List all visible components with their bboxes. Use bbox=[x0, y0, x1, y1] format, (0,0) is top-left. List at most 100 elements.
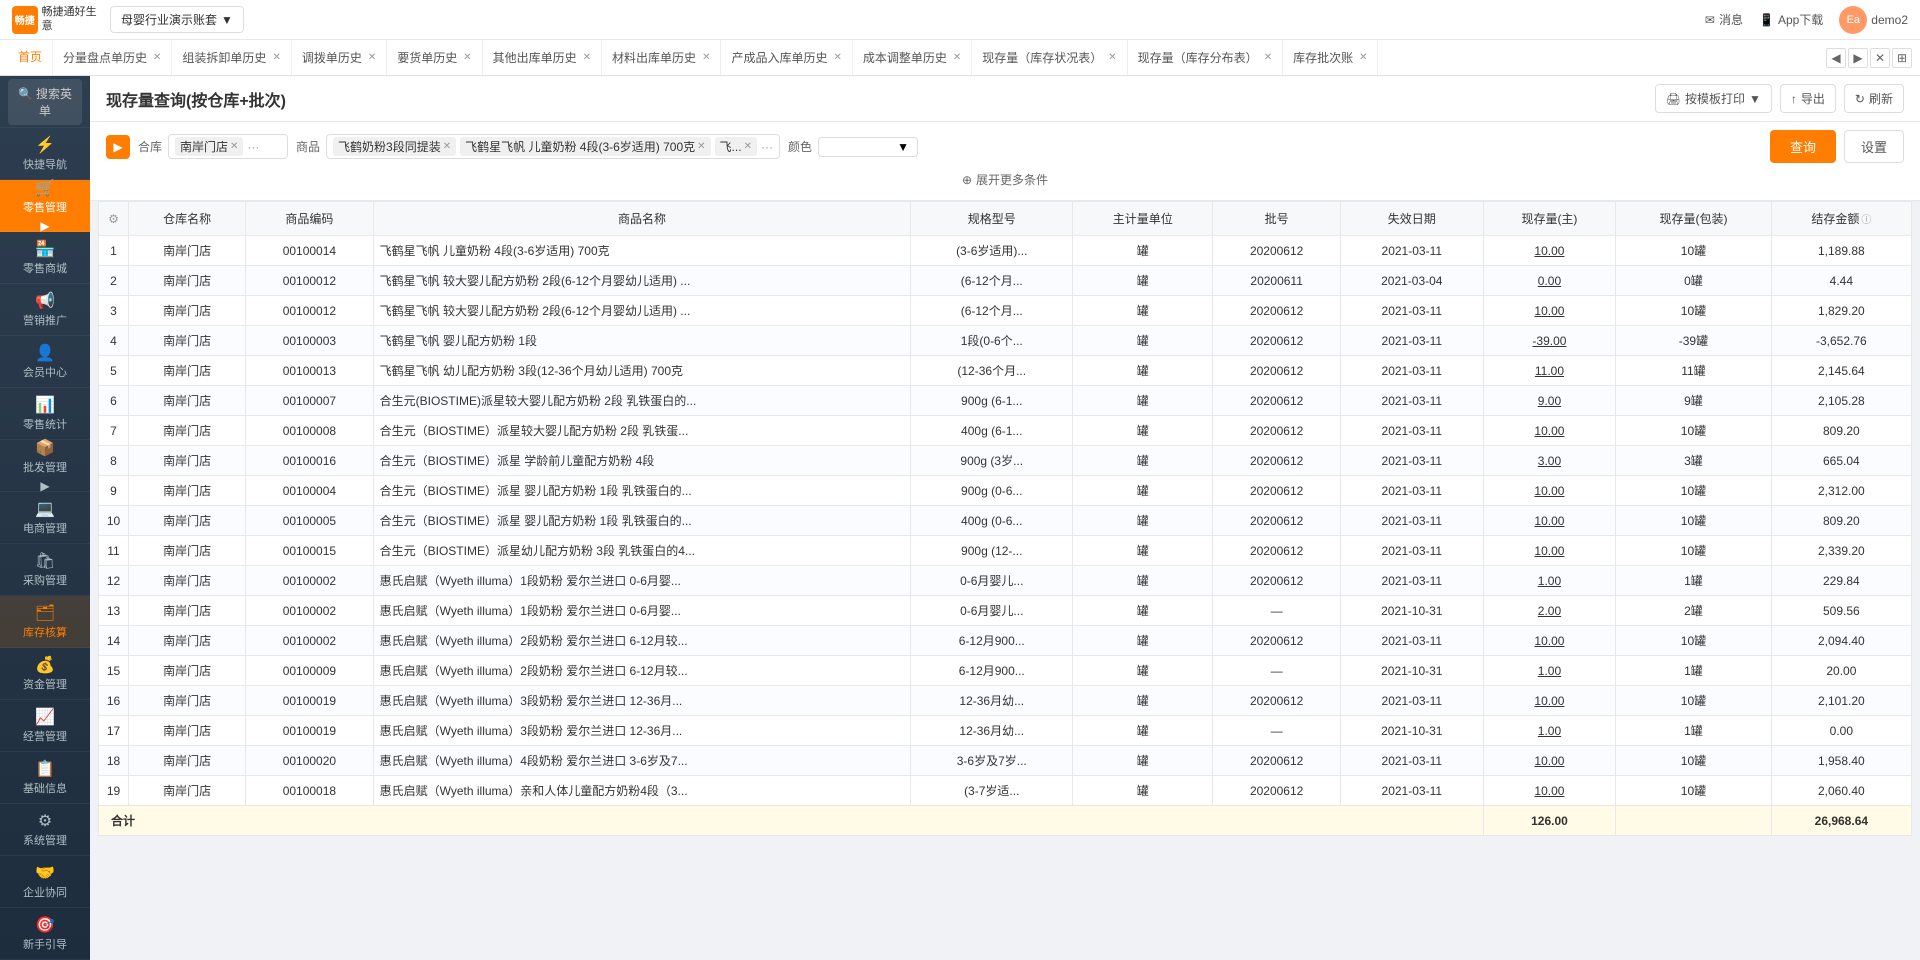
product-tag-1-close[interactable]: ✕ bbox=[443, 141, 451, 152]
row-qty-main[interactable]: -39.00 bbox=[1483, 326, 1615, 356]
sidebar-item-cooperation[interactable]: 🤝 企业协同 bbox=[0, 856, 90, 908]
tab-6[interactable]: 材料出库单历史 ✕ bbox=[602, 40, 721, 76]
workspace-selector[interactable]: 母婴行业演示账套 ▼ bbox=[110, 6, 244, 33]
amount-info-icon[interactable]: ⓘ bbox=[1861, 215, 1871, 226]
sidebar-item-ecommerce[interactable]: 💻 电商管理 bbox=[0, 492, 90, 544]
sidebar-item-retail-management[interactable]: 🛒 零售管理 ▶ bbox=[0, 180, 90, 232]
sidebar-item-wholesale[interactable]: 📦 批发管理 ▶ bbox=[0, 440, 90, 492]
row-qty-main[interactable]: 1.00 bbox=[1483, 716, 1615, 746]
sidebar-item-member-center[interactable]: 👤 会员中心 bbox=[0, 336, 90, 388]
tab-7[interactable]: 产成品入库单历史 ✕ bbox=[721, 40, 852, 76]
sidebar-quick-nav[interactable]: ⚡ 快捷导航 bbox=[0, 128, 90, 180]
row-qty-main[interactable]: 10.00 bbox=[1483, 236, 1615, 266]
row-qty-main[interactable]: 10.00 bbox=[1483, 686, 1615, 716]
tab-prev-btn[interactable]: ◀ bbox=[1826, 48, 1846, 68]
tab-4-close[interactable]: ✕ bbox=[463, 52, 471, 63]
row-warehouse: 南岸门店 bbox=[129, 776, 246, 806]
tab-8[interactable]: 成本调整单历史 ✕ bbox=[853, 40, 972, 76]
sidebar-search[interactable]: 🔍 搜索英单 bbox=[0, 76, 90, 128]
tab-home[interactable]: 首页 bbox=[8, 40, 53, 76]
row-batch: 20200612 bbox=[1213, 626, 1340, 656]
sidebar-item-retail-shop[interactable]: 🏪 零售商城 bbox=[0, 232, 90, 284]
row-qty-main[interactable]: 3.00 bbox=[1483, 446, 1615, 476]
message-btn[interactable]: ✉ 消息 bbox=[1705, 11, 1743, 28]
tab-7-close[interactable]: ✕ bbox=[833, 52, 841, 63]
row-qty-main[interactable]: 9.00 bbox=[1483, 386, 1615, 416]
tab-1-label: 分量盘点单历史 bbox=[63, 49, 147, 66]
row-qty-main[interactable]: 10.00 bbox=[1483, 416, 1615, 446]
sidebar-item-guide[interactable]: 🎯 新手引导 bbox=[0, 908, 90, 960]
tab-5[interactable]: 其他出库单历史 ✕ bbox=[483, 40, 602, 76]
warehouse-filter-tags[interactable]: 南岸门店 ✕ ··· bbox=[168, 134, 288, 159]
sidebar-item-system[interactable]: ⚙ 系统管理 bbox=[0, 804, 90, 856]
tab-11-close[interactable]: ✕ bbox=[1359, 52, 1367, 63]
column-settings-icon[interactable]: ⚙ bbox=[108, 212, 119, 226]
table-row: 10 南岸门店 00100005 合生元（BIOSTIME）派星 婴儿配方奶粉 … bbox=[99, 506, 1912, 536]
warehouse-more[interactable]: ··· bbox=[247, 140, 259, 154]
row-qty-main[interactable]: 10.00 bbox=[1483, 296, 1615, 326]
tab-2[interactable]: 组装拆卸单历史 ✕ bbox=[172, 40, 291, 76]
retail-management-label: 零售管理 bbox=[23, 202, 67, 215]
color-filter-input[interactable]: ▼ bbox=[818, 137, 918, 157]
row-qty-main[interactable]: 1.00 bbox=[1483, 656, 1615, 686]
tab-menu-btn[interactable]: ⊞ bbox=[1892, 48, 1912, 68]
print-template-btn[interactable]: 🖨 按模板打印 ▼ bbox=[1655, 84, 1772, 113]
query-btn[interactable]: 查询 bbox=[1770, 130, 1836, 163]
sidebar-item-marketing[interactable]: 📢 营销推广 bbox=[0, 284, 90, 336]
product-tag-2-close[interactable]: ✕ bbox=[697, 141, 705, 152]
row-qty-main[interactable]: 10.00 bbox=[1483, 476, 1615, 506]
tab-4[interactable]: 要货单历史 ✕ bbox=[387, 40, 482, 76]
warehouse-tag-1-close[interactable]: ✕ bbox=[230, 141, 238, 152]
row-warehouse: 南岸门店 bbox=[129, 476, 246, 506]
product-filter-tags[interactable]: 飞鹤奶粉3段同提装 ✕ 飞鹤星飞帆 儿童奶粉 4段(3-6岁适用) 700克 ✕… bbox=[326, 134, 780, 159]
row-qty-main[interactable]: 1.00 bbox=[1483, 566, 1615, 596]
tab-8-close[interactable]: ✕ bbox=[953, 52, 961, 63]
col-qty-main: 现存量(主) bbox=[1483, 202, 1615, 236]
setting-btn[interactable]: 设置 bbox=[1844, 130, 1904, 163]
tab-3-close[interactable]: ✕ bbox=[368, 52, 376, 63]
tab-3[interactable]: 调拨单历史 ✕ bbox=[292, 40, 387, 76]
sidebar-item-operations[interactable]: 📈 经营管理 bbox=[0, 700, 90, 752]
row-qty-main[interactable]: 0.00 bbox=[1483, 266, 1615, 296]
expand-more-btn[interactable]: ⊕ 展开更多条件 bbox=[954, 167, 1056, 192]
tab-10-close[interactable]: ✕ bbox=[1264, 52, 1272, 63]
export-btn[interactable]: ↑ 导出 bbox=[1780, 84, 1836, 113]
row-qty-main[interactable]: 10.00 bbox=[1483, 506, 1615, 536]
tab-1[interactable]: 分量盘点单历史 ✕ bbox=[53, 40, 172, 76]
app-download-btn[interactable]: 📱 App下载 bbox=[1759, 11, 1823, 28]
product-tag-3-close[interactable]: ✕ bbox=[744, 141, 752, 152]
tab-2-close[interactable]: ✕ bbox=[272, 52, 280, 63]
tab-9[interactable]: 现存量（库存状况表） ✕ bbox=[972, 40, 1127, 76]
tab-5-close[interactable]: ✕ bbox=[583, 52, 591, 63]
filter-expand-btn[interactable]: ▶ bbox=[106, 135, 130, 159]
row-qty-main[interactable]: 2.00 bbox=[1483, 596, 1615, 626]
row-qty-main[interactable]: 10.00 bbox=[1483, 626, 1615, 656]
sidebar-item-retail-stats[interactable]: 📊 零售统计 bbox=[0, 388, 90, 440]
row-qty-pkg: 10罐 bbox=[1616, 506, 1772, 536]
col-settings[interactable]: ⚙ bbox=[99, 202, 129, 236]
row-spec: 6-12月900... bbox=[911, 626, 1073, 656]
tab-1-close[interactable]: ✕ bbox=[153, 52, 161, 63]
tab-9-close[interactable]: ✕ bbox=[1108, 52, 1116, 63]
row-qty-main[interactable]: 11.00 bbox=[1483, 356, 1615, 386]
row-expire: 2021-03-11 bbox=[1340, 356, 1483, 386]
row-qty-main[interactable]: 10.00 bbox=[1483, 536, 1615, 566]
content-area: 现存量查询(按仓库+批次) 🖨 按模板打印 ▼ ↑ 导出 ↻ 刷新 bbox=[90, 76, 1920, 960]
sidebar-item-finance[interactable]: 💰 资金管理 bbox=[0, 648, 90, 700]
sidebar-item-purchase[interactable]: 🛍 采购管理 bbox=[0, 544, 90, 596]
sidebar-item-inventory[interactable]: 🗂 库存核算 bbox=[0, 596, 90, 648]
product-more[interactable]: ··· bbox=[761, 140, 773, 154]
username-label: demo2 bbox=[1871, 13, 1908, 27]
tab-11[interactable]: 库存批次账 ✕ bbox=[1283, 40, 1378, 76]
tab-10[interactable]: 现存量（库存分布表） ✕ bbox=[1128, 40, 1283, 76]
row-qty-main[interactable]: 10.00 bbox=[1483, 746, 1615, 776]
tab-close-all-btn[interactable]: ✕ bbox=[1870, 48, 1890, 68]
user-profile[interactable]: Ea demo2 bbox=[1839, 6, 1908, 34]
search-btn[interactable]: 🔍 搜索英单 bbox=[8, 79, 82, 125]
refresh-btn[interactable]: ↻ 刷新 bbox=[1844, 84, 1904, 113]
row-qty-main[interactable]: 10.00 bbox=[1483, 776, 1615, 806]
tab-4-label: 要货单历史 bbox=[397, 49, 457, 66]
sidebar-item-basic-info[interactable]: 📋 基础信息 bbox=[0, 752, 90, 804]
tab-next-btn[interactable]: ▶ bbox=[1848, 48, 1868, 68]
tab-6-close[interactable]: ✕ bbox=[702, 52, 710, 63]
